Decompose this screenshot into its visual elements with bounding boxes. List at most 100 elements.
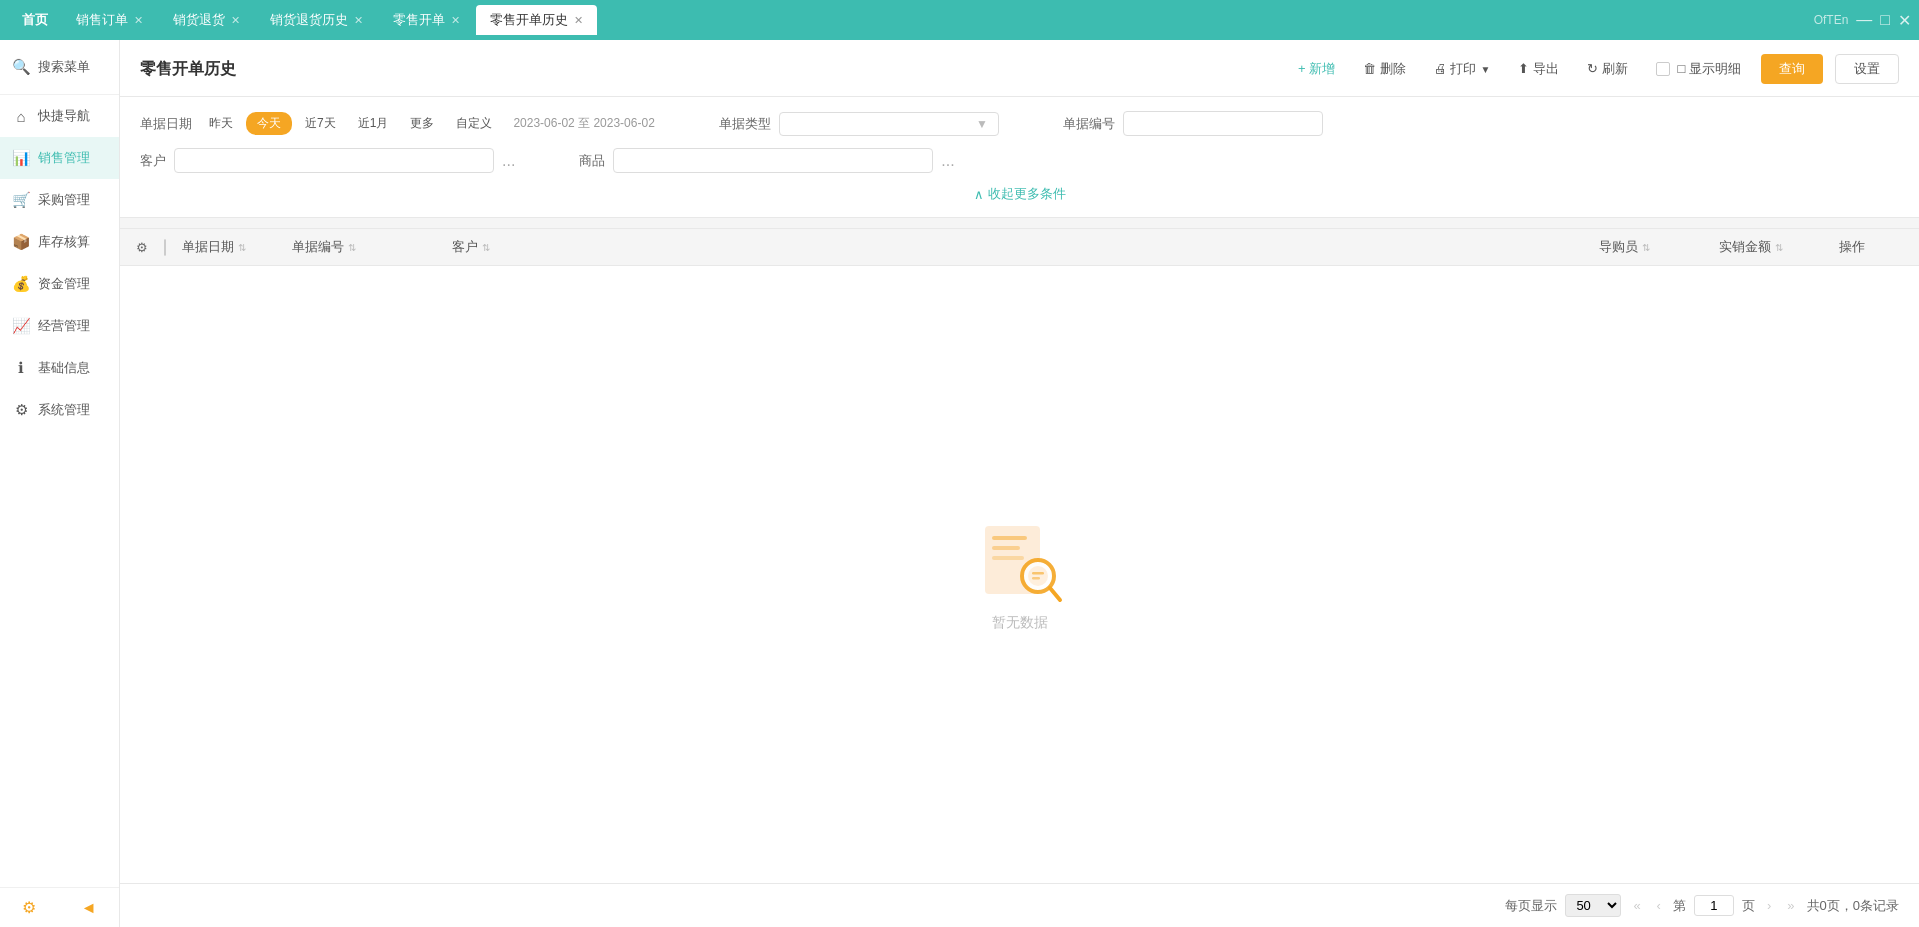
filter-customer-item: 客户 ... — [140, 148, 515, 173]
page-header: 零售开单历史 + 新增 🗑 删除 🖨 打印 ▼ ⬆ 导出 ↻ 刷新 □ 显示明细… — [120, 40, 1919, 97]
toolbar: + 新增 🗑 删除 🖨 打印 ▼ ⬆ 导出 ↻ 刷新 □ 显示明细 查询 设置 — [1290, 54, 1899, 96]
filter-collapse-label: 收起更多条件 — [988, 185, 1066, 203]
tab-retail-open[interactable]: 零售开单 ✕ — [379, 5, 474, 35]
th-num[interactable]: 单据编号 ⇅ — [284, 238, 444, 256]
date-range-display: 2023-06-02 至 2023-06-02 — [513, 115, 654, 132]
th-customer[interactable]: 客户 ⇅ — [444, 238, 1591, 256]
print-button[interactable]: 🖨 打印 ▼ — [1426, 56, 1499, 82]
tab-retail-open-history-close[interactable]: ✕ — [574, 14, 583, 27]
th-date[interactable]: 单据日期 ⇅ — [174, 238, 284, 256]
purchase-icon: 🛒 — [12, 191, 30, 209]
page-first-btn[interactable]: « — [1629, 896, 1644, 915]
query-button[interactable]: 查询 — [1761, 54, 1823, 84]
tab-sales-return-label: 销货退货 — [173, 11, 225, 29]
page-label: 第 — [1673, 897, 1686, 915]
sidebar-settings-icon[interactable]: ⚙ — [22, 898, 36, 917]
filter-row-1: 单据日期 昨天 今天 近7天 近1月 更多 自定义 2023-06-02 至 2… — [140, 111, 1899, 136]
th-num-label: 单据编号 — [292, 238, 344, 256]
svg-line-6 — [1050, 588, 1060, 600]
sidebar-item-basic-info[interactable]: ℹ 基础信息 — [0, 347, 119, 389]
add-button[interactable]: + 新增 — [1290, 56, 1343, 82]
print-dropdown-icon: ▼ — [1480, 64, 1490, 75]
svg-rect-1 — [992, 536, 1027, 540]
refresh-button[interactable]: ↻ 刷新 — [1579, 56, 1636, 82]
sidebar-item-purchase-mgmt-label: 采购管理 — [38, 191, 90, 209]
filter-customer-input[interactable] — [174, 148, 494, 173]
sidebar-item-inventory[interactable]: 📦 库存核算 — [0, 221, 119, 263]
filter-goods-more-icon[interactable]: ... — [941, 152, 954, 170]
th-date-label: 单据日期 — [182, 238, 234, 256]
th-amount-sort-icon: ⇅ — [1775, 242, 1783, 253]
tab-sales-order-label: 销售订单 — [76, 11, 128, 29]
date-btn-1month[interactable]: 近1月 — [349, 112, 398, 135]
sidebar-item-quick-nav[interactable]: ⌂ 快捷导航 — [0, 95, 119, 137]
page-last-btn[interactable]: » — [1783, 896, 1798, 915]
sidebar-menu: ⌂ 快捷导航 📊 销售管理 🛒 采购管理 📦 库存核算 💰 资金管理 📈 — [0, 95, 119, 887]
filter-goods-item: 商品 ... — [579, 148, 954, 173]
display-checkbox — [1656, 62, 1670, 76]
date-btn-7days[interactable]: 近7天 — [296, 112, 345, 135]
tab-retail-open-close[interactable]: ✕ — [451, 14, 460, 27]
filter-goods-input[interactable] — [613, 148, 933, 173]
table-area: ⚙ 单据日期 ⇅ 单据编号 ⇅ 客户 ⇅ 导购员 ⇅ — [120, 228, 1919, 883]
tab-sales-return-history-close[interactable]: ✕ — [354, 14, 363, 27]
settings-button[interactable]: 设置 — [1835, 54, 1899, 84]
filter-type-select[interactable]: ▼ — [779, 112, 999, 136]
per-page-select[interactable]: 20 50 100 — [1565, 894, 1621, 917]
sidebar-search[interactable]: 🔍 搜索菜单 — [0, 50, 119, 84]
page-title: 零售开单历史 — [140, 59, 236, 92]
select-all-checkbox-box[interactable] — [164, 239, 166, 256]
sidebar-item-finance-label: 资金管理 — [38, 275, 90, 293]
date-btn-more[interactable]: 更多 — [401, 112, 443, 135]
filter-row-2: 客户 ... 商品 ... — [140, 148, 1899, 173]
filter-customer-more-icon[interactable]: ... — [502, 152, 515, 170]
tab-home[interactable]: 首页 — [8, 11, 62, 29]
tab-retail-open-history[interactable]: 零售开单历史 ✕ — [476, 5, 597, 35]
th-guide[interactable]: 导购员 ⇅ — [1591, 238, 1711, 256]
sidebar-bottom: ⚙ ◄ — [0, 887, 119, 927]
page-next-btn[interactable]: › — [1763, 896, 1775, 915]
maximize-btn[interactable]: □ — [1880, 11, 1890, 29]
brand-label: OfTEn — [1814, 13, 1849, 27]
close-btn[interactable]: ✕ — [1898, 11, 1911, 30]
minimize-btn[interactable]: — — [1856, 11, 1872, 29]
tab-retail-open-history-label: 零售开单历史 — [490, 11, 568, 29]
sidebar-item-finance[interactable]: 💰 资金管理 — [0, 263, 119, 305]
tab-sales-return-close[interactable]: ✕ — [231, 14, 240, 27]
sidebar-collapse-icon[interactable]: ◄ — [81, 899, 97, 917]
sidebar-item-purchase-mgmt[interactable]: 🛒 采购管理 — [0, 179, 119, 221]
sales-icon: 📊 — [12, 149, 30, 167]
svg-rect-3 — [992, 556, 1024, 560]
svg-rect-8 — [1032, 577, 1040, 580]
total-info: 共0页，0条记录 — [1807, 897, 1899, 915]
page-input[interactable] — [1694, 895, 1734, 916]
table-settings-icon[interactable]: ⚙ — [128, 240, 156, 255]
th-op-label: 操作 — [1839, 238, 1865, 256]
th-op: 操作 — [1831, 238, 1911, 256]
sidebar-item-system-label: 系统管理 — [38, 401, 90, 419]
delete-button[interactable]: 🗑 删除 — [1355, 56, 1414, 82]
sidebar-item-system[interactable]: ⚙ 系统管理 — [0, 389, 119, 431]
filter-collapse-btn[interactable]: ∧ 收起更多条件 — [140, 185, 1899, 203]
export-button[interactable]: ⬆ 导出 — [1510, 56, 1567, 82]
sidebar-item-operation[interactable]: 📈 经营管理 — [0, 305, 119, 347]
sidebar-item-operation-label: 经营管理 — [38, 317, 90, 335]
date-btn-today[interactable]: 今天 — [246, 112, 292, 135]
filter-goods-label: 商品 — [579, 152, 605, 170]
tab-sales-order-close[interactable]: ✕ — [134, 14, 143, 27]
page-prev-btn[interactable]: ‹ — [1653, 896, 1665, 915]
per-page-label: 每页显示 — [1505, 897, 1557, 915]
sidebar-item-sales-mgmt[interactable]: 📊 销售管理 — [0, 137, 119, 179]
display-detail-button[interactable]: □ 显示明细 — [1648, 56, 1749, 82]
filter-num-input[interactable] — [1123, 111, 1323, 136]
tab-sales-order[interactable]: 销售订单 ✕ — [62, 5, 157, 35]
tab-sales-return-history[interactable]: 销货退货历史 ✕ — [256, 5, 377, 35]
th-amount[interactable]: 实销金额 ⇅ — [1711, 238, 1831, 256]
chevron-down-icon: ▼ — [976, 117, 988, 131]
tab-sales-return[interactable]: 销货退货 ✕ — [159, 5, 254, 35]
table-select-all-checkbox[interactable] — [156, 240, 174, 255]
date-btn-custom[interactable]: 自定义 — [447, 112, 501, 135]
date-btn-yesterday[interactable]: 昨天 — [200, 112, 242, 135]
empty-state: 暂无数据 — [120, 266, 1919, 883]
search-icon: 🔍 — [12, 58, 30, 76]
